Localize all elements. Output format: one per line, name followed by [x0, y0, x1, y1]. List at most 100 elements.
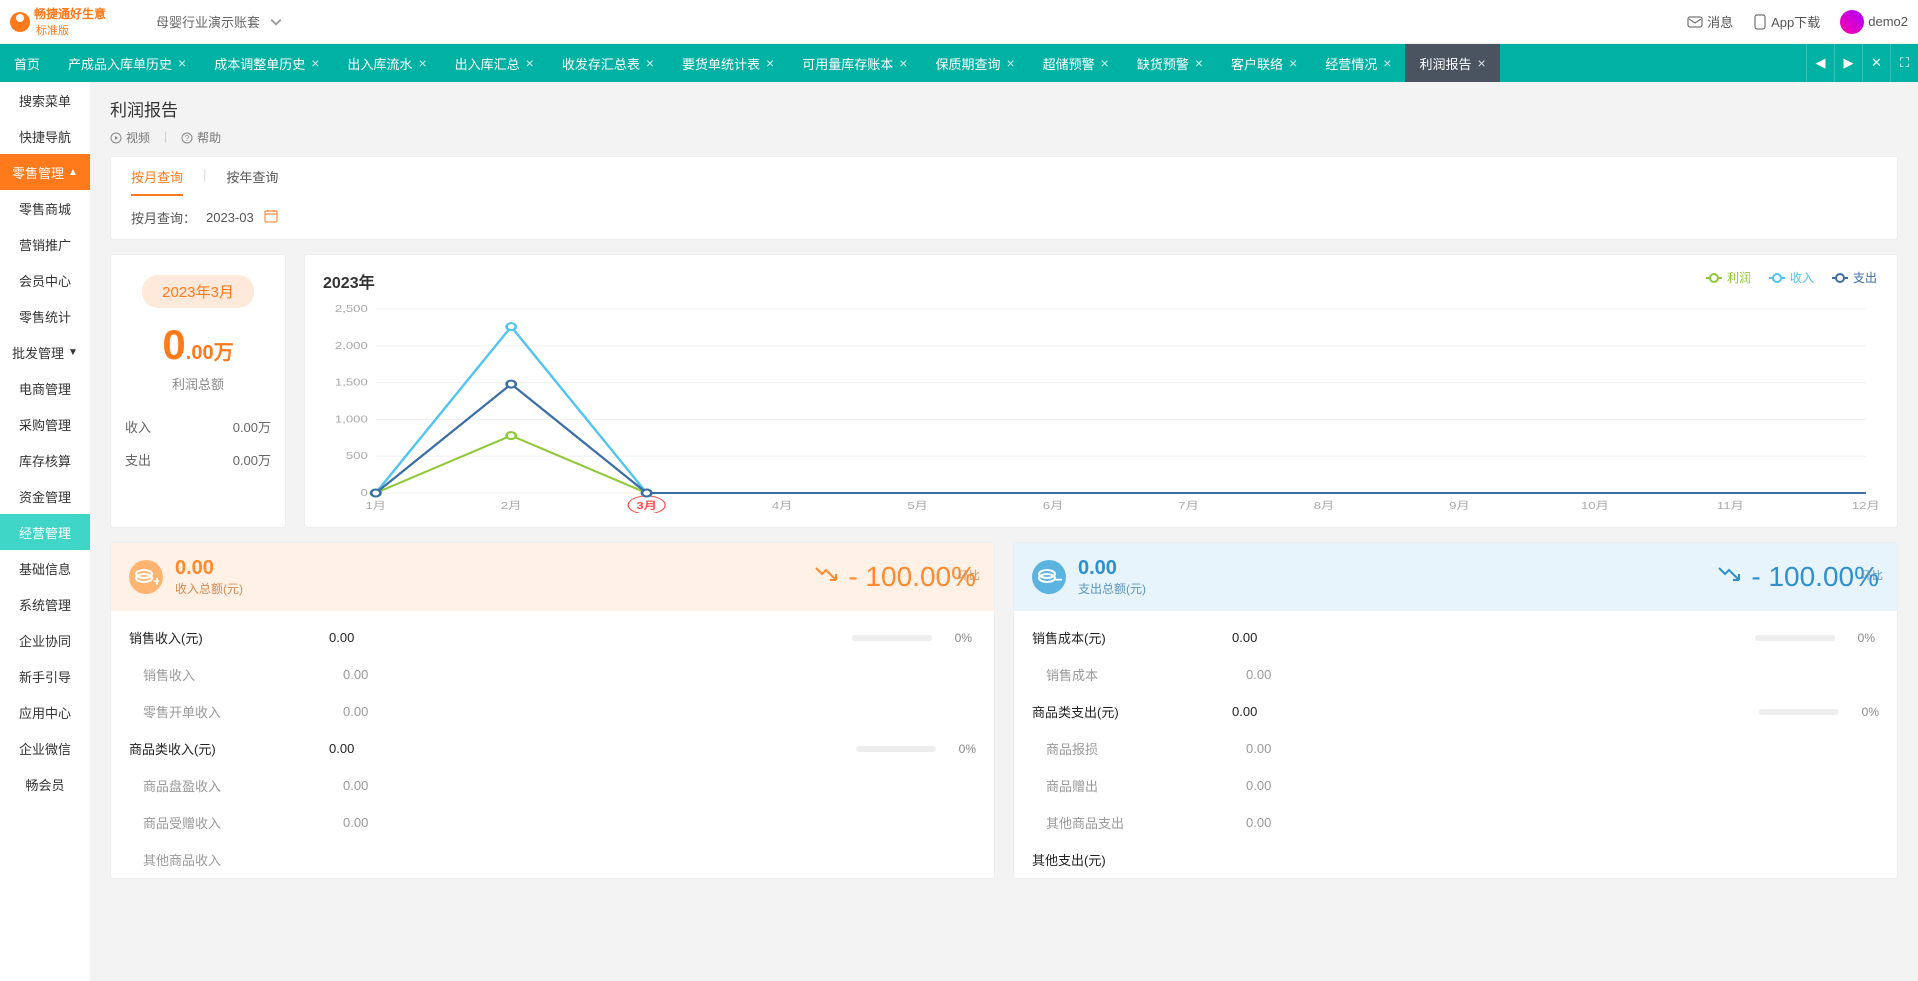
svg-text:1,000: 1,000: [335, 414, 369, 425]
video-link[interactable]: 视频: [110, 129, 150, 146]
tab-bar: 首页产成品入库单历史×成本调整单历史×出入库流水×出入库汇总×收发存汇总表×要货…: [0, 44, 1918, 82]
fullscreen-button[interactable]: ⛶: [1890, 44, 1918, 82]
tabs-prev-button[interactable]: ◀: [1806, 44, 1834, 82]
income-breakdown: 销售收入(元)0.000%销售收入0.00零售开单收入0.00商品类收入(元)0…: [111, 611, 994, 878]
tenant-selector[interactable]: 母婴行业演示账套: [156, 12, 282, 31]
tab-客户联络[interactable]: 客户联络×: [1217, 44, 1311, 82]
breakdown-row: 商品类支出(元)0.000%: [1032, 693, 1879, 730]
breakdown-row: 商品受赠收入0.00: [129, 804, 976, 841]
expense-change-pct: - 100.00%: [1751, 561, 1879, 593]
income-header: + 0.00 收入总额(元) - 100.00%: [111, 543, 994, 611]
tab-首页[interactable]: 首页: [0, 44, 54, 82]
sidebar-item-经营管理[interactable]: 经营管理: [0, 514, 90, 550]
tabs-close-button[interactable]: ✕: [1862, 44, 1890, 82]
close-icon[interactable]: ×: [178, 55, 186, 71]
calendar-icon[interactable]: [264, 209, 278, 226]
tab-保质期查询[interactable]: 保质期查询×: [921, 44, 1028, 82]
breakdown-row: 商品盘盈收入0.00: [129, 767, 976, 804]
svg-text:9月: 9月: [1449, 500, 1470, 511]
trend-down-icon: [1717, 564, 1743, 590]
sidebar-item-会员中心[interactable]: 会员中心: [0, 262, 90, 298]
svg-text:−: −: [1055, 572, 1062, 589]
svg-text:1,500: 1,500: [335, 377, 369, 388]
sidebar-item-畅会员[interactable]: 畅会员: [0, 766, 90, 802]
tab-缺货预警[interactable]: 缺货预警×: [1123, 44, 1217, 82]
svg-text:12月: 12月: [1852, 500, 1879, 511]
sidebar-item-零售管理[interactable]: 零售管理▲: [0, 154, 90, 190]
sidebar-item-电商管理[interactable]: 电商管理: [0, 370, 90, 406]
expense-total-label: 支出总额(元): [1078, 580, 1146, 597]
expense-icon: −: [1032, 560, 1066, 594]
svg-text:10月: 10月: [1581, 500, 1609, 511]
tab-可用量库存账本[interactable]: 可用量库存账本×: [788, 44, 921, 82]
chevron-down-icon: [270, 16, 282, 28]
sidebar-item-基础信息[interactable]: 基础信息: [0, 550, 90, 586]
close-icon[interactable]: ×: [1383, 55, 1391, 71]
sidebar-item-应用中心[interactable]: 应用中心: [0, 694, 90, 730]
tabs-next-button[interactable]: ▶: [1834, 44, 1862, 82]
trend-down-icon: [814, 564, 840, 590]
expense-header: − 0.00 支出总额(元) - 100.00%: [1014, 543, 1897, 611]
tab-要货单统计表[interactable]: 要货单统计表×: [668, 44, 788, 82]
close-icon[interactable]: ×: [766, 55, 774, 71]
logo[interactable]: 畅捷通好生意 标准版: [10, 5, 106, 38]
sidebar-item-系统管理[interactable]: 系统管理: [0, 586, 90, 622]
close-icon[interactable]: ×: [418, 55, 426, 71]
sidebar-item-营销推广[interactable]: 营销推广: [0, 226, 90, 262]
progress-bar: [856, 746, 936, 752]
close-icon[interactable]: ×: [1289, 55, 1297, 71]
breakdown-row: 销售收入(元)0.000%: [129, 619, 972, 656]
sidebar-item-零售统计[interactable]: 零售统计: [0, 298, 90, 334]
sidebar-item-新手引导[interactable]: 新手引导: [0, 658, 90, 694]
sidebar-item-搜索菜单[interactable]: 搜索菜单: [0, 82, 90, 118]
close-icon[interactable]: ×: [1006, 55, 1014, 71]
tab-出入库流水[interactable]: 出入库流水×: [333, 44, 440, 82]
svg-text:1月: 1月: [365, 500, 386, 511]
expense-card: − 0.00 支出总额(元) - 100.00%: [1013, 542, 1898, 879]
sidebar-item-快捷导航[interactable]: 快捷导航: [0, 118, 90, 154]
close-icon[interactable]: ×: [1101, 55, 1109, 71]
app-download-button[interactable]: App下载: [1753, 12, 1820, 31]
messages-button[interactable]: 消息: [1687, 12, 1733, 31]
sidebar-item-企业协同[interactable]: 企业协同: [0, 622, 90, 658]
sidebar-item-采购管理[interactable]: 采购管理: [0, 406, 90, 442]
tab-by-year[interactable]: 按年查询: [226, 167, 278, 196]
legend-expense[interactable]: 支出: [1832, 269, 1877, 286]
tab-成本调整单历史[interactable]: 成本调整单历史×: [200, 44, 333, 82]
breakdown-row: 商品类收入(元)0.000%: [129, 730, 976, 767]
close-icon[interactable]: ×: [1195, 55, 1203, 71]
sidebar-item-企业微信[interactable]: 企业微信: [0, 730, 90, 766]
chart-legend: 利润 收入 支出: [1706, 269, 1877, 286]
close-icon[interactable]: ×: [899, 55, 907, 71]
help-link[interactable]: ? 帮助: [181, 129, 221, 146]
legend-profit[interactable]: 利润: [1706, 269, 1751, 286]
sidebar-item-库存核算[interactable]: 库存核算: [0, 442, 90, 478]
query-label: 按月查询：: [131, 208, 196, 227]
income-label: 收入: [125, 417, 151, 436]
legend-income[interactable]: 收入: [1769, 269, 1814, 286]
close-icon[interactable]: ×: [646, 55, 654, 71]
sidebar-item-零售商城[interactable]: 零售商城: [0, 190, 90, 226]
profit-total: 0.00万: [125, 324, 271, 366]
close-icon[interactable]: ×: [1477, 55, 1485, 71]
line-chart: 05001,0001,5002,0002,5001月2月3月4月5月6月7月8月…: [323, 303, 1879, 513]
close-icon[interactable]: ×: [526, 55, 534, 71]
tab-经营情况[interactable]: 经营情况×: [1311, 44, 1405, 82]
tab-by-month[interactable]: 按月查询: [131, 167, 183, 196]
query-date-input[interactable]: 2023-03: [206, 210, 254, 225]
sidebar-item-批发管理[interactable]: 批发管理▼: [0, 334, 90, 370]
tab-超储预警[interactable]: 超储预警×: [1029, 44, 1123, 82]
user-menu[interactable]: demo2: [1840, 10, 1908, 34]
sidebar-item-资金管理[interactable]: 资金管理: [0, 478, 90, 514]
period-card: 2023年3月 0.00万 利润总额 收入 0.00万 支出 0.00万: [110, 254, 286, 528]
svg-text:0: 0: [360, 487, 368, 498]
tab-出入库汇总[interactable]: 出入库汇总×: [441, 44, 548, 82]
breakdown-row: 其他支出(元): [1032, 841, 1879, 878]
tab-产成品入库单历史[interactable]: 产成品入库单历史×: [54, 44, 200, 82]
tab-收发存汇总表[interactable]: 收发存汇总表×: [548, 44, 668, 82]
tab-利润报告[interactable]: 利润报告×: [1405, 44, 1499, 82]
close-icon[interactable]: ×: [311, 55, 319, 71]
expense-total: 0.00: [1078, 557, 1146, 580]
income-total: 0.00: [175, 557, 243, 580]
svg-text:2,500: 2,500: [335, 303, 369, 314]
